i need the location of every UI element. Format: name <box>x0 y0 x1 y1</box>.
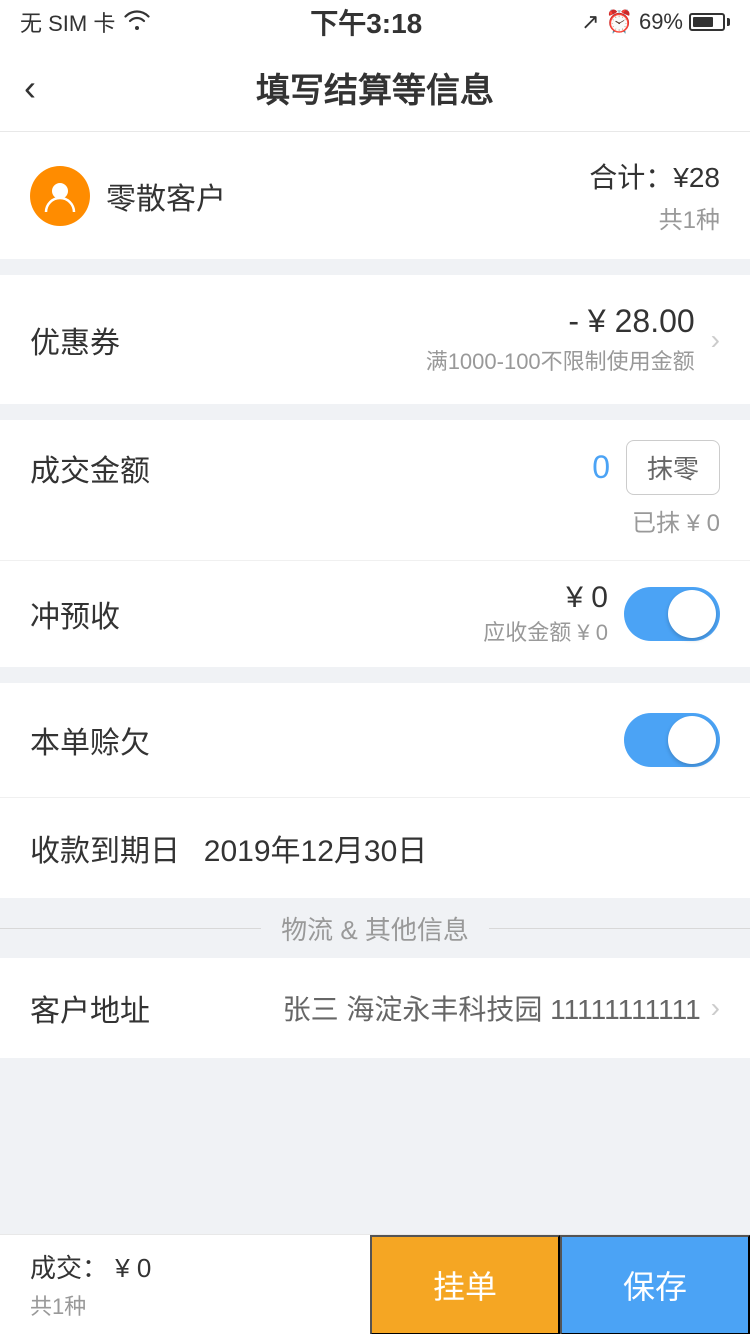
alarm-icon: ⏰ <box>606 9 633 35</box>
save-button[interactable]: 保存 <box>560 1235 750 1334</box>
precollect-amount: ¥ 0 <box>483 581 608 615</box>
coupon-value-block: - ¥ 28.00 满1000-100不限制使用金额 <box>426 303 695 376</box>
status-right: ↗ ⏰ 69% <box>581 9 730 35</box>
coupon-right: - ¥ 28.00 满1000-100不限制使用金额 › <box>426 303 720 376</box>
bottom-left: 成交： ¥ 0 共1种 <box>0 1248 370 1321</box>
toggle-circle <box>668 590 716 638</box>
debt-toggle-circle <box>668 716 716 764</box>
duedate-value: 2019年12月30日 <box>204 835 427 868</box>
address-chevron-icon: › <box>711 992 720 1024</box>
address-section[interactable]: 客户地址 张三 海淀永丰科技园 11111111111 › <box>0 958 750 1058</box>
hang-button[interactable]: 挂单 <box>370 1235 560 1334</box>
precollect-right: ¥ 0 应收金额 ¥ 0 <box>483 581 720 647</box>
customer-left: 零散客户 <box>30 166 226 226</box>
duedate-label: 收款到期日 <box>30 835 180 868</box>
deal-top: 成交金额 0 抹零 <box>30 440 720 495</box>
customer-name: 零散客户 <box>106 174 226 218</box>
precollect-sub: 应收金额 ¥ 0 <box>483 615 608 647</box>
coupon-chevron-icon: › <box>711 324 720 356</box>
customer-section: 零散客户 合计：¥28 共1种 <box>0 132 750 259</box>
debt-row: 本单赊欠 <box>0 683 750 797</box>
battery-percent: 69% <box>639 9 683 35</box>
logistics-section-label: 物流 & 其他信息 <box>261 910 489 947</box>
divider-3 <box>0 667 750 683</box>
logistics-divider: 物流 & 其他信息 <box>0 898 750 958</box>
content-area: 零散客户 合计：¥28 共1种 优惠券 - ¥ 28.00 满1000-100不… <box>0 132 750 1158</box>
address-label: 客户地址 <box>30 986 150 1030</box>
address-row[interactable]: 客户地址 张三 海淀永丰科技园 11111111111 › <box>0 958 750 1058</box>
battery-icon <box>689 13 730 31</box>
coupon-amount: - ¥ 28.00 <box>426 303 695 340</box>
deal-amount-value: 0 <box>592 449 610 486</box>
status-bar: 无 SIM 卡 下午3:18 ↗ ⏰ 69% <box>0 0 750 44</box>
nav-title: 填写结算等信息 <box>256 63 494 112</box>
wifi-icon <box>123 8 151 37</box>
coupon-label: 优惠券 <box>30 318 120 362</box>
round-button[interactable]: 抹零 <box>626 440 720 495</box>
divider-2 <box>0 404 750 420</box>
coupon-desc: 满1000-100不限制使用金额 <box>426 344 695 376</box>
bottom-deal-count: 共1种 <box>30 1289 340 1321</box>
total-count: 共1种 <box>589 200 720 235</box>
debt-toggle[interactable] <box>624 713 720 767</box>
debt-section: 本单赊欠 收款到期日 2019年12月30日 <box>0 683 750 898</box>
bottom-deal-label: 成交： ¥ 0 <box>30 1248 340 1285</box>
precollect-toggle[interactable] <box>624 587 720 641</box>
coupon-section[interactable]: 优惠券 - ¥ 28.00 满1000-100不限制使用金额 › <box>0 275 750 404</box>
bottom-bar: 成交： ¥ 0 共1种 挂单 保存 <box>0 1234 750 1334</box>
precollect-row: 冲预收 ¥ 0 应收金额 ¥ 0 <box>0 560 750 667</box>
precollect-label: 冲预收 <box>30 592 120 636</box>
duedate-row: 收款到期日 2019年12月30日 <box>0 797 750 898</box>
deal-section: 成交金额 0 抹零 已抹 ¥ 0 冲预收 ¥ 0 应收金额 ¥ 0 <box>0 420 750 667</box>
customer-right: 合计：¥28 共1种 <box>589 156 720 235</box>
sim-label: 无 SIM 卡 <box>20 6 115 38</box>
address-value: 张三 海淀永丰科技园 11111111111 <box>170 988 701 1028</box>
deal-amount-right: 0 抹零 <box>592 440 720 495</box>
status-time: 下午3:18 <box>310 2 422 42</box>
nav-bar: ‹ 填写结算等信息 <box>0 44 750 132</box>
debt-label: 本单赊欠 <box>30 718 150 762</box>
customer-avatar <box>30 166 90 226</box>
back-button[interactable]: ‹ <box>24 67 36 109</box>
precollect-value-block: ¥ 0 应收金额 ¥ 0 <box>483 581 608 647</box>
location-icon: ↗ <box>581 9 599 35</box>
deal-amount-row: 成交金额 0 抹零 已抹 ¥ 0 <box>0 420 750 560</box>
divider-1 <box>0 259 750 275</box>
total-amount: 合计：¥28 <box>589 156 720 196</box>
status-left: 无 SIM 卡 <box>20 6 151 38</box>
deal-sub: 已抹 ¥ 0 <box>30 503 720 550</box>
coupon-row[interactable]: 优惠券 - ¥ 28.00 满1000-100不限制使用金额 › <box>0 275 750 404</box>
deal-amount-label: 成交金额 <box>30 446 150 490</box>
